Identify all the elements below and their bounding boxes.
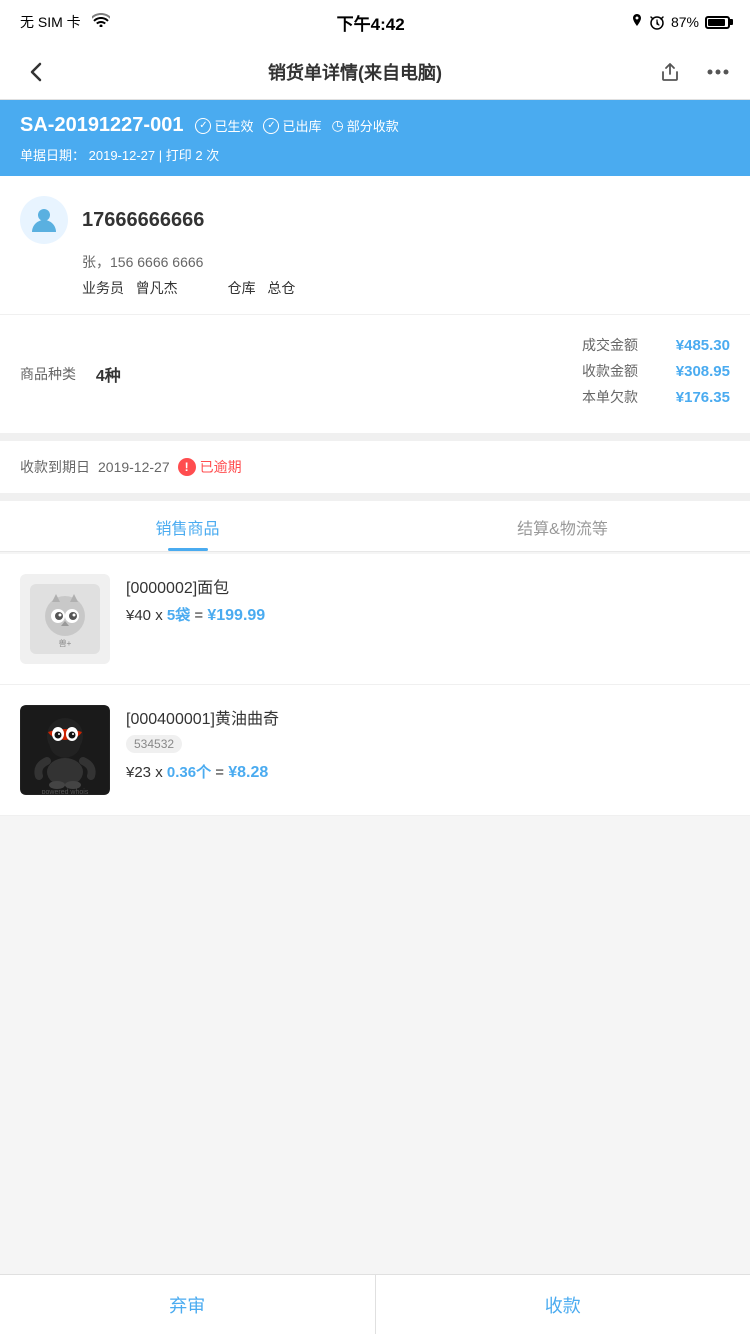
types-label: 商品种类 [20,364,76,384]
product-list: 兽+ [0000002]面包 ¥40 x 5袋 = ¥199.99 [0,554,750,816]
carrier-text: 无 SIM 卡 [20,14,81,30]
summary-left: 商品种类 4种 [20,335,121,413]
customer-phone: 17666666666 [82,209,204,232]
print-suffix: 次 [206,148,219,163]
product-info-2: [000400001]黄油曲奇 534532 ¥23 x 0.36个 = ¥8.… [126,705,730,782]
status-tags: ✓ 已生效 ✓ 已出库 ◷ 部分收款 [195,116,398,135]
overdue-text: 已逾期 [200,457,242,477]
wifi-icon [92,13,110,27]
debt-label: 本单欠款 [582,387,638,407]
collect-payment-button[interactable]: 收款 [376,1275,750,1334]
customer-row: 17666666666 [20,196,730,244]
collected-amount-row: 收款金额 ¥308.95 [582,361,730,381]
status-partial: ◷ 部分收款 [332,116,399,135]
summary-right: 成交金额 ¥485.30 收款金额 ¥308.95 本单欠款 ¥176.35 [582,335,730,413]
product-item-1: 兽+ [0000002]面包 ¥40 x 5袋 = ¥199.99 [0,554,750,685]
deal-amount-row: 成交金额 ¥485.30 [582,335,730,355]
avatar-icon [29,205,59,235]
staff-name: 曾凡杰 [136,280,178,296]
qty-1: 5袋 [167,607,190,624]
status-bar: 无 SIM 卡 下午4:42 87% [0,0,750,44]
warehouse-label: 仓库 总仓 [228,278,296,298]
print-label: | 打印 [159,148,192,163]
check-icon-2: ✓ [263,118,279,134]
battery-percent: 87% [671,14,699,30]
price-eq-1: = [194,607,207,624]
print-count: 2 [195,148,202,163]
product-thumb-1: 兽+ [20,574,110,664]
avatar [20,196,68,244]
customer-section: 17666666666 张，156 6666 6666 业务员 曾凡杰 仓库 总… [0,176,750,315]
overdue-icon: ! [178,458,196,476]
product-name-2: [000400001]黄油曲奇 [126,705,730,729]
collected-value: ¥308.95 [650,363,730,380]
location-icon [631,14,643,30]
nav-bar: 销货单详情(来自电脑) [0,44,750,100]
date-label: 单据日期： [20,148,85,163]
abandon-audit-button[interactable]: 弃审 [0,1275,376,1334]
order-id: SA-20191227-001 [20,114,183,137]
share-button[interactable] [654,56,686,88]
page-title: 销货单详情(来自电脑) [56,59,654,85]
status-shipped: ✓ 已出库 [263,116,321,135]
price-eq-2: = [215,764,228,781]
tabs-section: 销售商品 结算&物流等 [0,501,750,552]
customer-name-phone: 张，156 6666 6666 [82,252,730,272]
price-unit-2: ¥23 [126,764,151,781]
warehouse-name: 总仓 [267,280,295,296]
clock-icon: ◷ [332,117,344,134]
status-effective: ✓ 已生效 [195,116,253,135]
product-thumb-2: powered whois [20,705,110,795]
order-date: 2019-12-27 [89,148,156,163]
product-placeholder-icon: 兽+ [30,584,100,654]
tab-settlement[interactable]: 结算&物流等 [375,501,750,551]
due-date-label: 收款到期日 [20,457,90,477]
status-right-icons: 87% [631,14,730,30]
battery-icon [705,16,730,29]
staff-label: 业务员 曾凡杰 [82,278,178,298]
price-x-1: x [155,607,167,624]
types-count: 4种 [96,362,121,386]
tab-products[interactable]: 销售商品 [0,501,375,551]
price-total-1: ¥199.99 [207,607,265,624]
check-icon-1: ✓ [195,118,211,134]
product-info-1: [0000002]面包 ¥40 x 5袋 = ¥199.99 [126,574,730,625]
product-price-2: ¥23 x 0.36个 = ¥8.28 [126,761,730,782]
price-x-2: x [155,764,167,781]
price-total-2: ¥8.28 [228,764,268,781]
svg-text:兽+: 兽+ [59,638,72,648]
header-banner: SA-20191227-001 ✓ 已生效 ✓ 已出库 ◷ 部分收款 单据日期：… [0,100,750,176]
due-section: 收款到期日 2019-12-27 ! 已逾期 [0,441,750,501]
alarm-icon [649,14,665,30]
product-price-1: ¥40 x 5袋 = ¥199.99 [126,604,730,625]
debt-value: ¥176.35 [650,389,730,406]
overdue-badge: ! 已逾期 [178,457,242,477]
price-unit-1: ¥40 [126,607,151,624]
back-button[interactable] [16,52,56,92]
staff-row: 业务员 曾凡杰 仓库 总仓 [82,278,730,298]
product-name-1: [0000002]面包 [126,574,730,598]
product-item-2: powered whois [000400001]黄油曲奇 534532 ¥23… [0,685,750,816]
summary-section: 商品种类 4种 成交金额 ¥485.30 收款金额 ¥308.95 本单欠款 ¥… [0,315,750,441]
deal-value: ¥485.30 [650,337,730,354]
banner-row1: SA-20191227-001 ✓ 已生效 ✓ 已出库 ◷ 部分收款 [20,114,730,137]
product-sku-2: 534532 [126,735,182,753]
banner-row2: 单据日期： 2019-12-27 | 打印 2 次 [20,145,730,164]
nav-right-actions [654,56,734,88]
debt-amount-row: 本单欠款 ¥176.35 [582,387,730,407]
due-date: 2019-12-27 [98,459,170,475]
status-time: 下午4:42 [337,10,405,35]
svg-text:powered whois: powered whois [42,789,89,794]
product-owl-icon: powered whois [21,706,109,794]
deal-label: 成交金额 [582,335,638,355]
carrier-wifi: 无 SIM 卡 [20,12,110,32]
collected-label: 收款金额 [582,361,638,381]
bottom-bar: 弃审 收款 [0,1274,750,1334]
more-button[interactable] [702,56,734,88]
qty-2: 0.36个 [167,764,211,781]
